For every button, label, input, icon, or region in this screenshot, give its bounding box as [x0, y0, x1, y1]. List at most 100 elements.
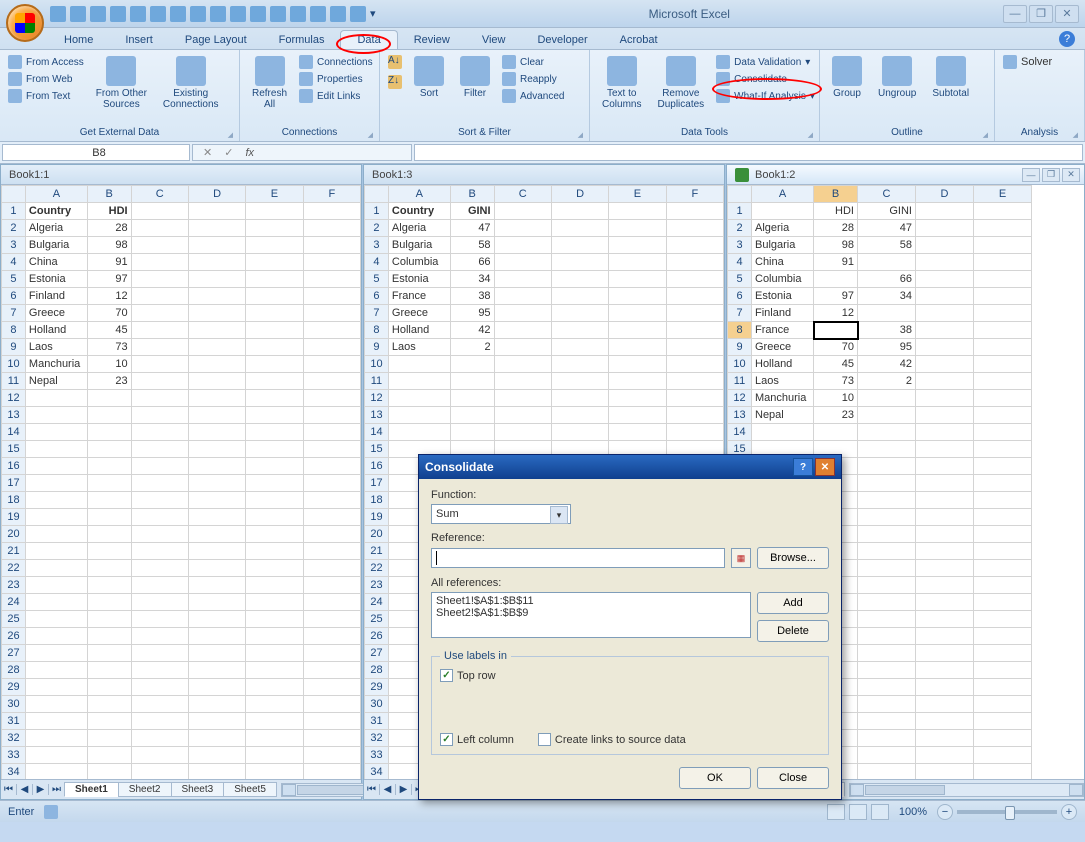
- cell[interactable]: [974, 492, 1032, 509]
- cell[interactable]: [974, 645, 1032, 662]
- cell[interactable]: [609, 322, 666, 339]
- cell[interactable]: Country: [388, 203, 450, 220]
- cell[interactable]: Nepal: [752, 407, 814, 424]
- cell[interactable]: [551, 322, 608, 339]
- cell[interactable]: [188, 424, 245, 441]
- cell[interactable]: GINI: [450, 203, 494, 220]
- cell[interactable]: [916, 407, 974, 424]
- cell[interactable]: Manchuria: [752, 390, 814, 407]
- cell[interactable]: 98: [87, 237, 131, 254]
- cell[interactable]: [916, 594, 974, 611]
- cell[interactable]: [25, 492, 87, 509]
- cell[interactable]: [87, 543, 131, 560]
- cell[interactable]: [916, 526, 974, 543]
- cell[interactable]: [666, 424, 723, 441]
- cell[interactable]: [450, 373, 494, 390]
- cell[interactable]: [916, 254, 974, 271]
- restore-button[interactable]: ❐: [1042, 168, 1060, 182]
- consolidate-button[interactable]: Consolidate: [714, 71, 817, 87]
- group-button[interactable]: Group: [826, 54, 868, 101]
- column-header[interactable]: B: [87, 186, 131, 203]
- cell[interactable]: [858, 424, 916, 441]
- cell[interactable]: [188, 509, 245, 526]
- row-header[interactable]: 6: [728, 288, 752, 305]
- cell[interactable]: Bulgaria: [388, 237, 450, 254]
- cell[interactable]: [131, 237, 188, 254]
- cell[interactable]: [303, 560, 360, 577]
- cell[interactable]: [87, 475, 131, 492]
- cell[interactable]: [188, 526, 245, 543]
- row-header[interactable]: 15: [365, 441, 389, 458]
- cell[interactable]: [974, 560, 1032, 577]
- row-header[interactable]: 21: [2, 543, 26, 560]
- row-header[interactable]: 8: [365, 322, 389, 339]
- dialog-help-button[interactable]: ?: [793, 458, 813, 476]
- cell[interactable]: [131, 271, 188, 288]
- row-header[interactable]: 14: [728, 424, 752, 441]
- function-select[interactable]: Sum: [431, 504, 571, 524]
- q8-icon[interactable]: [190, 6, 206, 22]
- cell[interactable]: [916, 458, 974, 475]
- row-header[interactable]: 9: [365, 339, 389, 356]
- row-header[interactable]: 26: [2, 628, 26, 645]
- cell[interactable]: 91: [814, 254, 858, 271]
- cell[interactable]: [87, 628, 131, 645]
- q16-icon[interactable]: [350, 6, 366, 22]
- cell[interactable]: [246, 220, 303, 237]
- cell[interactable]: [858, 747, 916, 764]
- cell[interactable]: [131, 254, 188, 271]
- cell[interactable]: [188, 611, 245, 628]
- row-header[interactable]: 12: [2, 390, 26, 407]
- tab-acrobat[interactable]: Acrobat: [604, 31, 674, 49]
- cell[interactable]: [858, 254, 916, 271]
- cell[interactable]: [916, 288, 974, 305]
- row-header[interactable]: 4: [2, 254, 26, 271]
- cell[interactable]: 34: [450, 271, 494, 288]
- cell[interactable]: China: [25, 254, 87, 271]
- normal-view-button[interactable]: [827, 804, 845, 820]
- cell[interactable]: [303, 373, 360, 390]
- column-header[interactable]: C: [131, 186, 188, 203]
- cell[interactable]: [974, 696, 1032, 713]
- row-header[interactable]: 30: [365, 696, 389, 713]
- cell[interactable]: [974, 237, 1032, 254]
- cell[interactable]: [609, 237, 666, 254]
- row-header[interactable]: 9: [2, 339, 26, 356]
- cell[interactable]: [858, 492, 916, 509]
- cell[interactable]: [858, 764, 916, 780]
- cell[interactable]: [131, 441, 188, 458]
- grid[interactable]: ABCDEF1CountryHDI2Algeria283Bulgaria984C…: [1, 185, 361, 779]
- cell[interactable]: [974, 271, 1032, 288]
- cell[interactable]: [551, 237, 608, 254]
- cell[interactable]: [609, 373, 666, 390]
- row-header[interactable]: 13: [365, 407, 389, 424]
- select-all-corner[interactable]: [2, 186, 26, 203]
- cell[interactable]: [303, 390, 360, 407]
- cell[interactable]: [188, 560, 245, 577]
- cell[interactable]: China: [752, 254, 814, 271]
- cell[interactable]: [131, 458, 188, 475]
- cell[interactable]: 38: [450, 288, 494, 305]
- cell[interactable]: [188, 203, 245, 220]
- cell[interactable]: Holland: [752, 356, 814, 373]
- cell[interactable]: [974, 220, 1032, 237]
- cell[interactable]: [87, 424, 131, 441]
- cell[interactable]: 95: [858, 339, 916, 356]
- cell[interactable]: [494, 390, 551, 407]
- cell[interactable]: [666, 356, 723, 373]
- collapse-dialog-icon[interactable]: ▦: [731, 548, 751, 568]
- filter-button[interactable]: Filter: [454, 54, 496, 101]
- close-button[interactable]: Close: [757, 767, 829, 789]
- reference-input[interactable]: [431, 548, 725, 568]
- cell[interactable]: [916, 305, 974, 322]
- cell[interactable]: 70: [87, 305, 131, 322]
- add-button[interactable]: Add: [757, 592, 829, 614]
- cell[interactable]: [246, 390, 303, 407]
- cell[interactable]: [858, 628, 916, 645]
- cell[interactable]: [87, 713, 131, 730]
- cell[interactable]: [131, 373, 188, 390]
- cell[interactable]: [974, 594, 1032, 611]
- horizontal-scrollbar[interactable]: [849, 783, 1084, 797]
- office-button[interactable]: [6, 4, 44, 42]
- cell[interactable]: [188, 441, 245, 458]
